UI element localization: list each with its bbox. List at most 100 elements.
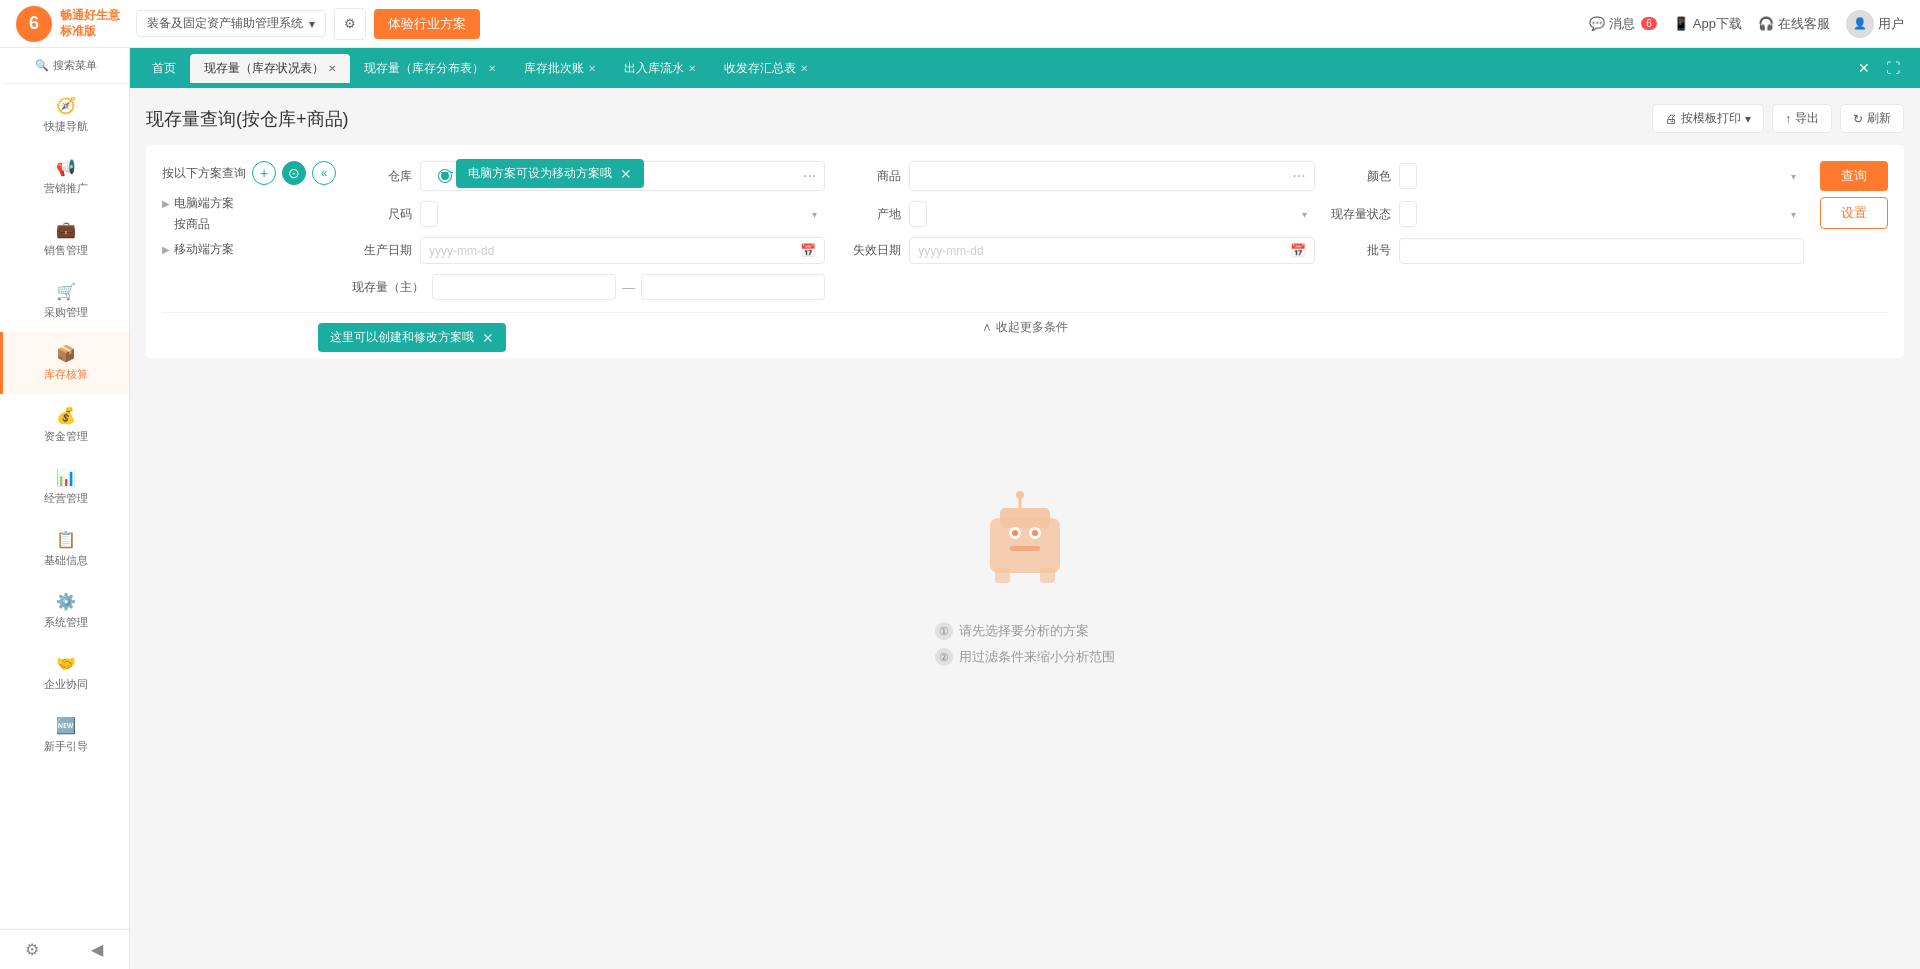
sidebar-collapse-btn[interactable]: ◀ — [65, 930, 130, 969]
tab-close-all-btn[interactable]: ✕ — [1854, 56, 1874, 80]
user-avatar: 👤 — [1846, 10, 1874, 38]
sidebar-item-basic[interactable]: 📋 基础信息 — [0, 518, 129, 580]
filter-prod-date: 生产日期 yyyy-mm-dd 📅 — [352, 237, 825, 264]
sidebar-bottom: ⚙ ◀ — [0, 929, 129, 969]
stock-min-input[interactable] — [432, 274, 616, 300]
empty-illustration — [965, 478, 1085, 598]
sidebar-item-purchase[interactable]: 🛒 采购管理 — [0, 270, 129, 332]
tab-summary[interactable]: 收发存汇总表 ✕ — [710, 54, 822, 83]
online-support-btn[interactable]: 🎧 在线客服 — [1758, 15, 1830, 33]
tab-close-2[interactable]: ✕ — [488, 63, 496, 74]
stock-max-input[interactable] — [641, 274, 825, 300]
tab-bar: 首页 现存量（库存状况表） ✕ 现存量（库存分布表） ✕ 库存批次账 ✕ 出入库… — [130, 48, 1920, 88]
svg-point-10 — [1016, 491, 1024, 499]
mobile-scheme-item[interactable]: ▶ 移动端方案 — [162, 239, 336, 260]
origin-select[interactable] — [909, 201, 927, 227]
filter-expire-date: 失效日期 yyyy-mm-dd 📅 — [841, 237, 1314, 264]
empty-step-1: ① 请先选择要分析的方案 — [935, 618, 1115, 644]
app-download-btn[interactable]: 📱 App下载 — [1673, 15, 1742, 33]
calendar-icon2: 📅 — [1290, 243, 1306, 258]
desktop-scheme-item[interactable]: ▶ 电脑端方案 — [162, 193, 336, 214]
sidebar-item-search[interactable]: 🔍 搜索菜单 — [0, 48, 129, 84]
settings-icon-btn[interactable]: ⚙ — [334, 8, 366, 40]
guide-icon: 🆕 — [56, 716, 76, 735]
search-label: 按以下方案查询 — [162, 165, 246, 182]
scheme-sub-item[interactable]: 按商品 — [162, 214, 336, 235]
header-actions: 🖨 按模板打印 ▾ ↑ 导出 ↻ 刷新 — [1652, 104, 1904, 133]
message-badge: 6 — [1641, 17, 1657, 30]
message-btn[interactable]: 💬 消息 6 — [1589, 15, 1657, 33]
sidebar-item-system[interactable]: ⚙️ 系统管理 — [0, 580, 129, 642]
tab-home[interactable]: 首页 — [138, 54, 190, 83]
svg-rect-7 — [995, 568, 1010, 583]
tab-close-4[interactable]: ✕ — [688, 63, 696, 74]
tab-close-1[interactable]: ✕ — [328, 63, 336, 74]
chevron-down-icon: ▾ — [309, 17, 315, 31]
sidebar-item-inventory[interactable]: 📦 库存核算 — [0, 332, 129, 394]
print-button[interactable]: 🖨 按模板打印 ▾ — [1652, 104, 1764, 133]
sidebar-item-guide[interactable]: 🆕 新手引导 — [0, 704, 129, 766]
search-actions: 查询 设置 — [1820, 161, 1888, 229]
prod-date-input[interactable]: yyyy-mm-dd 📅 — [420, 237, 825, 264]
size-select[interactable] — [420, 201, 438, 227]
copy-scheme-btn[interactable]: ⊙ — [282, 161, 306, 185]
color-select[interactable] — [1399, 163, 1417, 189]
sidebar-item-nav[interactable]: 🧭 快捷导航 — [0, 84, 129, 146]
sidebar-item-finance[interactable]: 💰 资金管理 — [0, 394, 129, 456]
finance-icon: 💰 — [56, 406, 76, 425]
headset-icon: 🎧 — [1758, 16, 1774, 31]
collapse-arrow: ▶ — [162, 198, 170, 209]
filter-origin: 产地 — [841, 201, 1314, 227]
refresh-icon: ↻ — [1853, 112, 1863, 126]
filter-stock-qty: 现存量（主） — — [352, 274, 825, 300]
svg-rect-8 — [1040, 568, 1055, 583]
filter-batch: 批号 — [1331, 237, 1804, 264]
refresh-button[interactable]: ↻ 刷新 — [1840, 104, 1904, 133]
sidebar-item-operation[interactable]: 📊 经营管理 — [0, 456, 129, 518]
scheme-tree: ▶ 电脑端方案 按商品 ▶ 移动端方案 — [162, 193, 336, 260]
tab-inventory-status[interactable]: 现存量（库存状况表） ✕ — [190, 54, 350, 83]
basic-icon: 📋 — [56, 530, 76, 549]
tooltip-close-1[interactable]: ✕ — [620, 166, 632, 182]
scheme-area: 按以下方案查询 + ⊙ « ▶ 电脑端方案 — [162, 161, 336, 260]
tab-batch-account[interactable]: 库存批次账 ✕ — [510, 54, 610, 83]
top-right-actions: 💬 消息 6 📱 App下载 🎧 在线客服 👤 用户 — [1589, 10, 1904, 38]
tab-fullscreen-btn[interactable]: ⛶ — [1882, 56, 1904, 80]
main-content: 现存量查询(按仓库+商品) 🖨 按模板打印 ▾ ↑ 导出 ↻ — [130, 88, 1920, 969]
add-scheme-btn[interactable]: + — [252, 161, 276, 185]
print-icon: 🖨 — [1665, 112, 1677, 126]
product-selector[interactable]: ··· — [909, 161, 1314, 191]
sidebar-settings-btn[interactable]: ⚙ — [0, 930, 65, 969]
user-menu[interactable]: 👤 用户 — [1846, 10, 1904, 38]
search-panel-wrapper: 按以下方案查询 + ⊙ « ▶ 电脑端方案 — [146, 145, 1904, 358]
more-icon: ··· — [803, 167, 816, 185]
system-icon: ⚙️ — [56, 592, 76, 611]
tooltip-close-2[interactable]: ✕ — [482, 330, 494, 346]
batch-input[interactable] — [1399, 238, 1804, 264]
sidebar-item-marketing[interactable]: 📢 营销推广 — [0, 146, 129, 208]
tab-flow[interactable]: 出入库流水 ✕ — [610, 54, 710, 83]
chevron-down-icon: ▾ — [1745, 112, 1751, 126]
query-button[interactable]: 查询 — [1820, 161, 1888, 191]
tab-close-5[interactable]: ✕ — [800, 63, 808, 74]
enterprise-icon: 🤝 — [56, 654, 76, 673]
reset-button[interactable]: 设置 — [1820, 197, 1888, 229]
search-icon: 🔍 — [35, 59, 49, 72]
tab-inventory-dist[interactable]: 现存量（库存分布表） ✕ — [350, 54, 510, 83]
expire-date-input[interactable]: yyyy-mm-dd 📅 — [909, 237, 1314, 264]
system-selector[interactable]: 装备及固定资产辅助管理系统 ▾ — [136, 10, 326, 37]
collapse-arrow2: ▶ — [162, 244, 170, 255]
stock-status-select[interactable] — [1399, 201, 1417, 227]
empty-text: ① 请先选择要分析的方案 ② 用过滤条件来缩小分析范围 — [935, 618, 1115, 670]
empty-step-2: ② 用过滤条件来缩小分析范围 — [935, 644, 1115, 670]
scheme-controls: 按以下方案查询 + ⊙ « — [162, 161, 336, 185]
back-scheme-btn[interactable]: « — [312, 161, 336, 185]
sidebar-item-sales[interactable]: 💼 销售管理 — [0, 208, 129, 270]
filter-stock-status: 现存量状态 — [1331, 201, 1804, 227]
industry-button[interactable]: 体验行业方案 — [374, 9, 480, 39]
scheme-tooltip-1: 电脑方案可设为移动方案哦 ✕ — [456, 159, 644, 188]
sidebar-item-enterprise[interactable]: 🤝 企业协同 — [0, 642, 129, 704]
export-button[interactable]: ↑ 导出 — [1772, 104, 1832, 133]
marketing-icon: 📢 — [56, 158, 76, 177]
tab-close-3[interactable]: ✕ — [588, 63, 596, 74]
